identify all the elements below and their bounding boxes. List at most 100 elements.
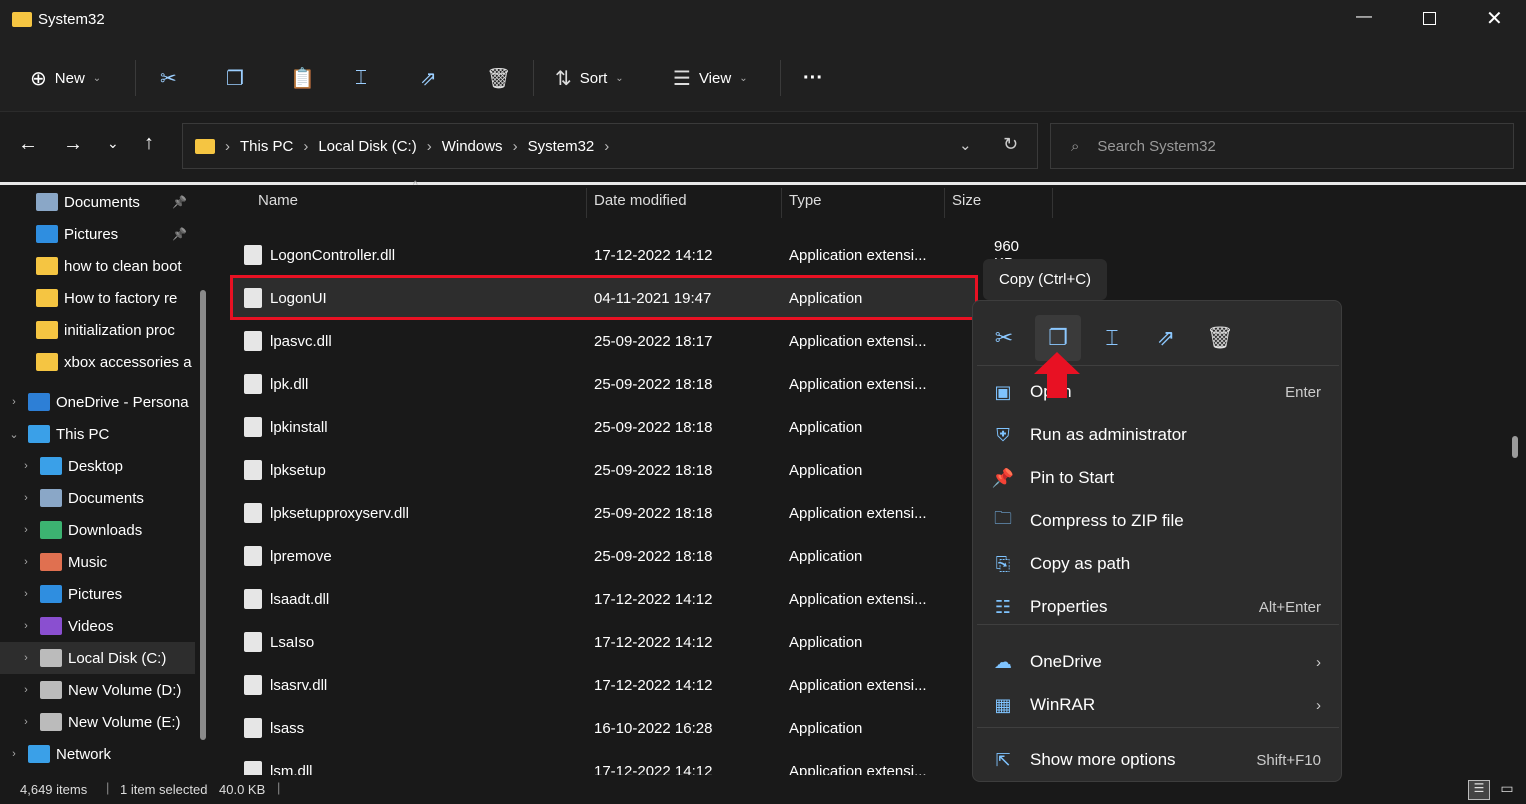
breadcrumb-local-disk[interactable]: Local Disk (C:) xyxy=(318,138,416,155)
share-button[interactable]: ⇗ xyxy=(420,62,437,94)
close-button[interactable]: ✕ xyxy=(1486,6,1503,31)
sidebar-item-onedrive-persona[interactable]: › OneDrive - Persona xyxy=(0,386,195,418)
forward-button[interactable]: → xyxy=(63,133,83,156)
minimize-button[interactable]: — xyxy=(1356,8,1372,26)
column-header-date[interactable]: Date modified xyxy=(594,192,687,218)
menu-item-compress-to-zip-file[interactable]: 🗀 Compress to ZIP file xyxy=(973,501,1343,541)
maximize-button[interactable] xyxy=(1423,12,1436,25)
rename-button[interactable]: ⌶ xyxy=(355,62,367,94)
expand-chevron-icon[interactable]: › xyxy=(12,492,40,504)
more-options-button[interactable]: ··· xyxy=(803,62,823,94)
new-button[interactable]: ⊕ New ⌄ xyxy=(30,62,101,94)
expand-chevron-icon[interactable]: › xyxy=(12,716,40,728)
sidebar-item-pictures[interactable]: › Pictures xyxy=(0,578,195,610)
cut-button[interactable]: ✂ xyxy=(160,62,177,94)
sidebar-item-network[interactable]: › Network xyxy=(0,738,195,770)
delete-button[interactable]: 🗑 xyxy=(486,62,511,94)
scissors-icon: ✂ xyxy=(994,325,1014,350)
expand-chevron-icon[interactable]: › xyxy=(0,396,28,408)
sidebar-item-local-disk-c-[interactable]: › Local Disk (C:) xyxy=(0,642,195,674)
address-dropdown-icon[interactable]: ⌄ xyxy=(959,136,972,154)
column-header-name[interactable]: Name xyxy=(258,192,298,218)
column-header-type[interactable]: Type xyxy=(789,192,822,218)
menu-item-shortcut: › xyxy=(1316,653,1321,671)
menu-cut-button[interactable]: ✂ xyxy=(981,315,1027,361)
menu-item-show-more-options[interactable]: ⇱ Show more options Shift+F10 xyxy=(973,740,1343,780)
expand-chevron-icon[interactable]: › xyxy=(0,748,28,760)
breadcrumb-system32[interactable]: System32 xyxy=(528,138,595,155)
details-view-button[interactable]: ☰ xyxy=(1468,780,1490,800)
sort-button[interactable]: ⇅ Sort ⌄ xyxy=(555,62,624,94)
trash-icon: 🗑 xyxy=(486,67,512,90)
file-row[interactable]: lsasrv.dll 17-12-2022 14:12 Application ex… xyxy=(230,665,978,705)
list-scrollbar[interactable] xyxy=(1512,436,1518,458)
sidebar-item-documents[interactable]: Documents 📌 xyxy=(0,186,195,218)
expand-chevron-icon[interactable]: › xyxy=(12,460,40,472)
paste-button[interactable]: 📋 xyxy=(290,62,315,94)
breadcrumb-this-pc[interactable]: This PC xyxy=(240,138,293,155)
menu-item-run-as-administrator[interactable]: ⛨ Run as administrator xyxy=(973,415,1343,455)
tiles-view-button[interactable]: ▭ xyxy=(1496,780,1518,800)
sidebar-item-downloads[interactable]: › Downloads xyxy=(0,514,195,546)
sidebar-item-desktop[interactable]: › Desktop xyxy=(0,450,195,482)
sidebar-item-label: OneDrive - Persona xyxy=(56,393,189,411)
menu-item-properties[interactable]: ☷ Properties Alt+Enter xyxy=(973,587,1343,627)
search-input[interactable]: ⌕ Search System32 xyxy=(1050,123,1514,169)
file-row[interactable]: lpremove 25-09-2022 18:18 Application xyxy=(230,536,978,576)
expand-chevron-icon[interactable]: › xyxy=(12,556,40,568)
file-row[interactable]: lsaadt.dll 17-12-2022 14:12 Application ex… xyxy=(230,579,978,619)
expand-chevron-icon[interactable]: › xyxy=(12,684,40,696)
sidebar-item-new-volume-d-[interactable]: › New Volume (D:) xyxy=(0,674,195,706)
expand-chevron-icon[interactable]: › xyxy=(12,524,40,536)
sidebar-scrollbar[interactable] xyxy=(200,290,206,740)
refresh-icon[interactable]: ↻ xyxy=(1003,134,1018,155)
sidebar-item-music[interactable]: › Music xyxy=(0,546,195,578)
file-icon xyxy=(244,675,262,695)
file-row[interactable]: LsaIso 17-12-2022 14:12 Application xyxy=(230,622,978,662)
sidebar-item-how-to-factory-re[interactable]: How to factory re xyxy=(0,282,195,314)
recent-chevron-icon[interactable]: ⌄ xyxy=(107,135,119,152)
column-header-size[interactable]: Size xyxy=(952,192,981,218)
expand-chevron-icon[interactable]: › xyxy=(12,620,40,632)
file-row[interactable]: lsass 16-10-2022 16:28 Application xyxy=(230,708,978,748)
menu-rename-button[interactable]: ⌶ xyxy=(1089,315,1135,361)
sidebar-item-label: This PC xyxy=(56,425,110,443)
file-name: LogonUI xyxy=(270,289,327,307)
sidebar-item-initialization-proc[interactable]: initialization proc xyxy=(0,314,195,346)
menu-item-onedrive[interactable]: ☁ OneDrive › xyxy=(973,642,1343,682)
sidebar-item-new-volume-e-[interactable]: › New Volume (E:) xyxy=(0,706,195,738)
file-row[interactable]: lpk.dll 25-09-2022 18:18 Application exten… xyxy=(230,364,978,404)
file-icon xyxy=(244,245,262,265)
menu-item-pin-to-start[interactable]: 📌 Pin to Start xyxy=(973,458,1343,498)
sidebar-item-this-pc[interactable]: ⌄ This PC xyxy=(0,418,195,450)
sidebar-item-xbox-accessories-a[interactable]: xbox accessories a xyxy=(0,346,195,378)
file-name: lsasrv.dll xyxy=(270,676,328,694)
file-row[interactable]: lpksetupproxyserv.dll 25-09-2022 18:18 App… xyxy=(230,493,978,533)
file-row[interactable]: lpasvc.dll 25-09-2022 18:17 Application ex… xyxy=(230,321,978,361)
view-button[interactable]: ☰ View ⌄ xyxy=(673,62,748,94)
expand-chevron-icon[interactable]: › xyxy=(12,652,40,664)
sidebar-item-pictures[interactable]: Pictures 📌 xyxy=(0,218,195,250)
onedrive-icon: ☁ xyxy=(994,651,1012,672)
copy-button[interactable]: ❐ xyxy=(226,62,244,94)
menu-item-winrar[interactable]: ▦ WinRAR › xyxy=(973,685,1343,725)
file-row[interactable]: LogonController.dll 17-12-2022 14:12 Appli… xyxy=(230,235,1019,275)
sidebar-item-documents[interactable]: › Documents xyxy=(0,482,195,514)
address-bar[interactable]: › This PC › Local Disk (C:) › Windows › Syst… xyxy=(182,123,1038,169)
sidebar-item-how-to-clean-boot[interactable]: how to clean boot xyxy=(0,250,195,282)
file-row[interactable]: lpksetup 25-09-2022 18:18 Application xyxy=(230,450,978,490)
up-button[interactable]: ↑ xyxy=(144,132,154,155)
menu-share-button[interactable]: ⇗ xyxy=(1143,315,1189,361)
menu-item-copy-as-path[interactable]: ⎘ Copy as path xyxy=(973,544,1343,584)
file-date: 25-09-2022 18:18 xyxy=(594,504,713,522)
menu-item-label: Compress to ZIP file xyxy=(1030,511,1184,530)
breadcrumb-windows[interactable]: Windows xyxy=(442,138,503,155)
menu-delete-button[interactable]: 🗑 xyxy=(1197,315,1243,361)
expand-chevron-icon[interactable]: ⌄ xyxy=(0,428,28,441)
file-row[interactable]: lpkinstall 25-09-2022 18:18 Application xyxy=(230,407,978,447)
expand-chevron-icon[interactable]: › xyxy=(12,588,40,600)
file-row[interactable]: LogonUI 04-11-2021 19:47 Application xyxy=(230,278,978,318)
sidebar-item-videos[interactable]: › Videos xyxy=(0,610,195,642)
menu-item-open[interactable]: ▣OpenEnter xyxy=(973,372,1343,412)
back-button[interactable]: ← xyxy=(18,133,38,156)
